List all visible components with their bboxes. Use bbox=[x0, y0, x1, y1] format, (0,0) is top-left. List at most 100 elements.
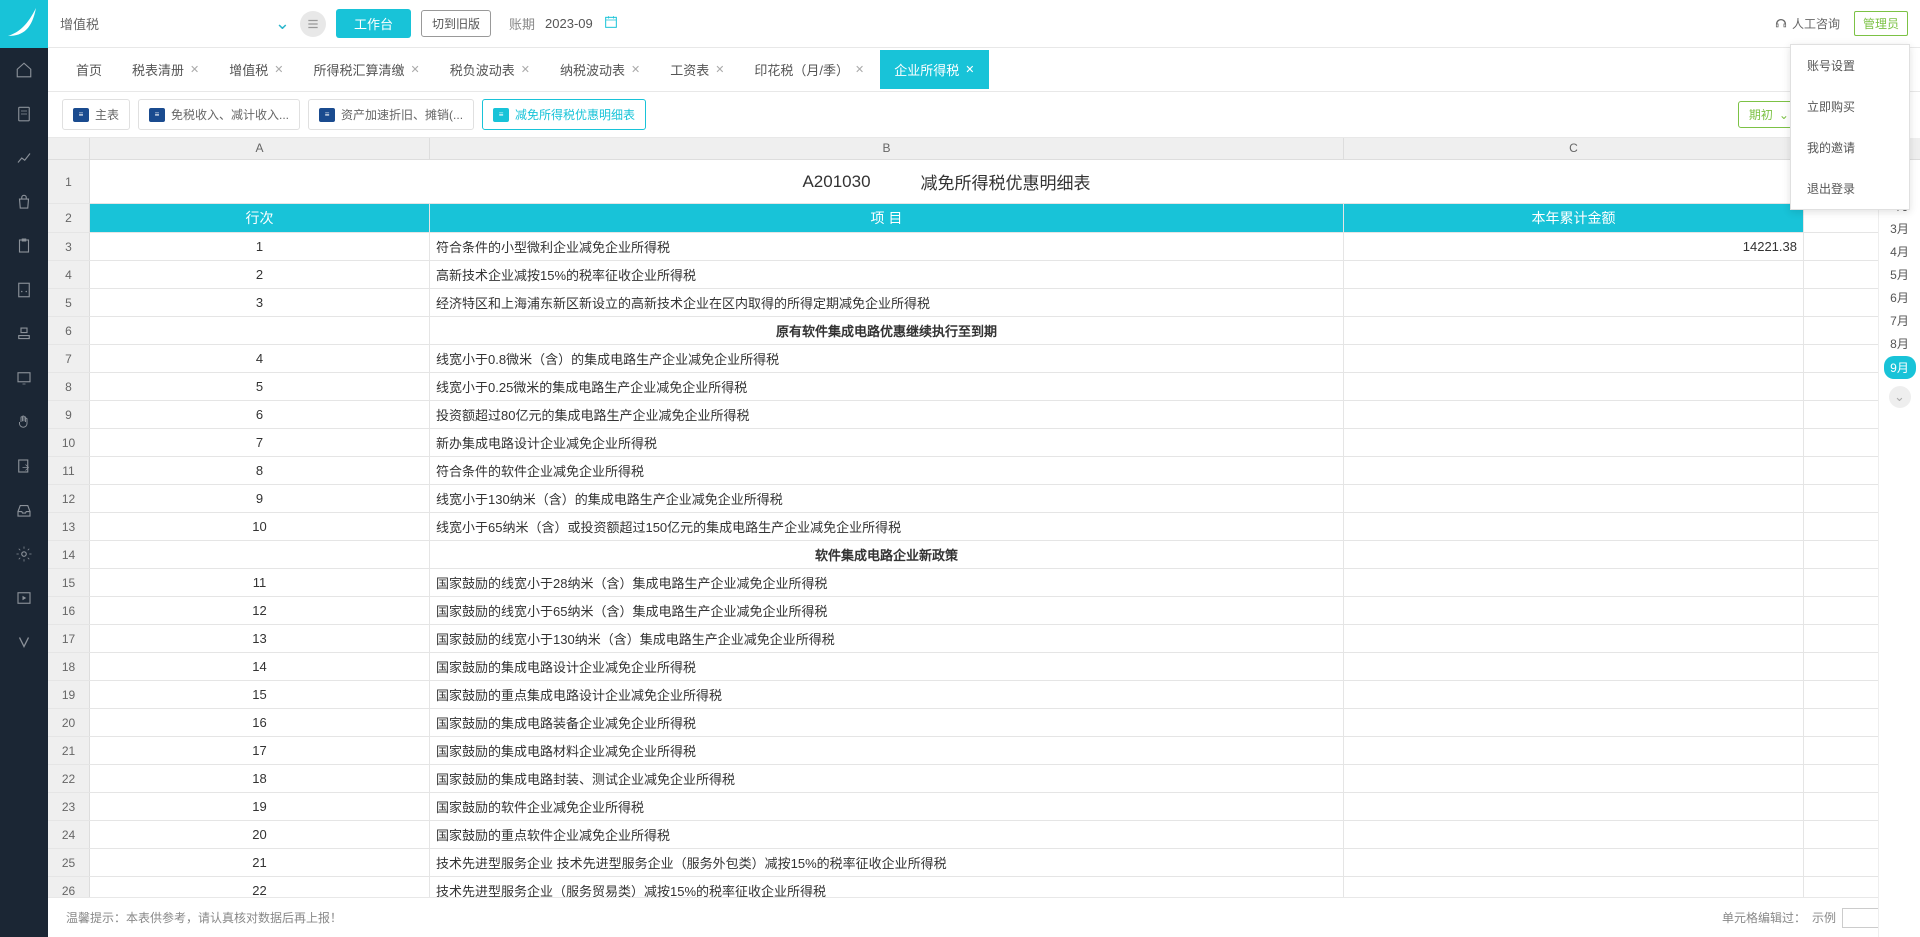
sheet-title[interactable]: A201030 减免所得税优惠明细表 bbox=[90, 160, 1804, 203]
nav-chart-icon[interactable] bbox=[0, 136, 48, 180]
row-header[interactable]: 2 bbox=[48, 204, 90, 232]
row-header[interactable]: 6 bbox=[48, 317, 90, 344]
subtab[interactable]: ≡资产加速折旧、摊销(... bbox=[308, 99, 474, 130]
cell[interactable] bbox=[1344, 709, 1804, 736]
dropdown-item[interactable]: 我的邀请 bbox=[1791, 127, 1909, 168]
nav-play-icon[interactable] bbox=[0, 576, 48, 620]
nav-v-icon[interactable] bbox=[0, 620, 48, 664]
corner-cell[interactable] bbox=[48, 138, 90, 159]
cell[interactable]: 9 bbox=[90, 485, 430, 512]
cell[interactable] bbox=[1344, 625, 1804, 652]
cell[interactable]: 1 bbox=[90, 233, 430, 260]
cell[interactable]: 国家鼓励的集成电路材料企业减免企业所得税 bbox=[430, 737, 1344, 764]
cell[interactable]: 国家鼓励的集成电路封装、测试企业减免企业所得税 bbox=[430, 765, 1344, 792]
cell[interactable]: 国家鼓励的软件企业减免企业所得税 bbox=[430, 793, 1344, 820]
cell[interactable]: 8 bbox=[90, 457, 430, 484]
consult-link[interactable]: 人工咨询 bbox=[1774, 15, 1840, 32]
subtab[interactable]: ≡免税收入、减计收入... bbox=[138, 99, 300, 130]
close-icon[interactable]: ✕ bbox=[521, 63, 530, 76]
calendar-icon[interactable] bbox=[603, 14, 619, 33]
row-header[interactable]: 10 bbox=[48, 429, 90, 456]
cell[interactable]: 22 bbox=[90, 877, 430, 897]
cell[interactable]: 14 bbox=[90, 653, 430, 680]
cell[interactable] bbox=[1344, 877, 1804, 897]
row-header[interactable]: 9 bbox=[48, 401, 90, 428]
row-header[interactable]: 11 bbox=[48, 457, 90, 484]
tab[interactable]: 印花税（月/季）✕ bbox=[740, 50, 878, 89]
tab[interactable]: 工资表✕ bbox=[656, 50, 738, 89]
row-header[interactable]: 23 bbox=[48, 793, 90, 820]
cell[interactable] bbox=[1344, 429, 1804, 456]
cell[interactable] bbox=[1344, 597, 1804, 624]
nav-doc-icon[interactable] bbox=[0, 92, 48, 136]
subtab[interactable]: ≡减免所得税优惠明细表 bbox=[482, 99, 646, 130]
close-icon[interactable]: ✕ bbox=[715, 63, 724, 76]
row-header[interactable]: 24 bbox=[48, 821, 90, 848]
tab[interactable]: 税表清册✕ bbox=[118, 50, 213, 89]
cell[interactable]: 7 bbox=[90, 429, 430, 456]
cell[interactable]: 18 bbox=[90, 765, 430, 792]
subtab[interactable]: ≡主表 bbox=[62, 99, 130, 130]
row-header[interactable]: 8 bbox=[48, 373, 90, 400]
row-header[interactable]: 25 bbox=[48, 849, 90, 876]
admin-button[interactable]: 管理员 bbox=[1854, 11, 1908, 36]
tab[interactable]: 企业所得税✕ bbox=[880, 50, 988, 89]
month-item[interactable]: 6月 bbox=[1884, 286, 1916, 309]
dropdown-item[interactable]: 立即购买 bbox=[1791, 86, 1909, 127]
cell[interactable] bbox=[1344, 681, 1804, 708]
cell[interactable] bbox=[1344, 317, 1804, 344]
tab[interactable]: 首页 bbox=[62, 50, 116, 89]
cell[interactable] bbox=[1344, 569, 1804, 596]
cell[interactable]: 线宽小于0.25微米的集成电路生产企业减免企业所得税 bbox=[430, 373, 1344, 400]
month-item[interactable]: 7月 bbox=[1884, 309, 1916, 332]
close-icon[interactable]: ✕ bbox=[631, 63, 640, 76]
cell[interactable]: 16 bbox=[90, 709, 430, 736]
cell[interactable]: 投资额超过80亿元的集成电路生产企业减免企业所得税 bbox=[430, 401, 1344, 428]
row-header[interactable]: 18 bbox=[48, 653, 90, 680]
cell[interactable]: 13 bbox=[90, 625, 430, 652]
cell[interactable]: 原有软件集成电路优惠继续执行至到期 bbox=[430, 317, 1344, 344]
close-icon[interactable]: ✕ bbox=[965, 63, 974, 76]
row-header[interactable]: 5 bbox=[48, 289, 90, 316]
cell[interactable]: 符合条件的小型微利企业减免企业所得税 bbox=[430, 233, 1344, 260]
nav-screen-icon[interactable] bbox=[0, 356, 48, 400]
tab[interactable]: 纳税波动表✕ bbox=[546, 50, 654, 89]
row-header[interactable]: 3 bbox=[48, 233, 90, 260]
nav-export-icon[interactable] bbox=[0, 444, 48, 488]
cell[interactable]: 软件集成电路企业新政策 bbox=[430, 541, 1344, 568]
nav-gear-icon[interactable] bbox=[0, 532, 48, 576]
cell[interactable]: 高新技术企业减按15%的税率征收企业所得税 bbox=[430, 261, 1344, 288]
cell[interactable]: 2 bbox=[90, 261, 430, 288]
cell[interactable]: 17 bbox=[90, 737, 430, 764]
row-header[interactable]: 12 bbox=[48, 485, 90, 512]
col-header-b[interactable]: B bbox=[430, 138, 1344, 159]
cell[interactable]: 技术先进型服务企业 技术先进型服务企业（服务外包类）减按15%的税率征收企业所得… bbox=[430, 849, 1344, 876]
nav-home-icon[interactable] bbox=[0, 48, 48, 92]
cell[interactable] bbox=[90, 317, 430, 344]
cell[interactable] bbox=[90, 541, 430, 568]
cell[interactable]: 20 bbox=[90, 821, 430, 848]
month-item[interactable]: 4月 bbox=[1884, 240, 1916, 263]
cell[interactable]: 线宽小于0.8微米（含）的集成电路生产企业减免企业所得税 bbox=[430, 345, 1344, 372]
cell[interactable]: 线宽小于130纳米（含）的集成电路生产企业减免企业所得税 bbox=[430, 485, 1344, 512]
cell[interactable]: 12 bbox=[90, 597, 430, 624]
cell[interactable] bbox=[1344, 401, 1804, 428]
cell[interactable]: 新办集成电路设计企业减免企业所得税 bbox=[430, 429, 1344, 456]
nav-clipboard-icon[interactable] bbox=[0, 224, 48, 268]
cell[interactable] bbox=[1344, 457, 1804, 484]
cell[interactable] bbox=[1344, 737, 1804, 764]
row-header[interactable]: 1 bbox=[48, 160, 90, 203]
cell[interactable] bbox=[1344, 821, 1804, 848]
company-select[interactable]: 增值税 ⌄ bbox=[60, 13, 290, 34]
nav-inbox-icon[interactable] bbox=[0, 488, 48, 532]
cell[interactable] bbox=[1344, 793, 1804, 820]
logo[interactable] bbox=[0, 0, 48, 48]
cell[interactable]: 6 bbox=[90, 401, 430, 428]
row-header[interactable]: 20 bbox=[48, 709, 90, 736]
cell[interactable]: 10 bbox=[90, 513, 430, 540]
close-icon[interactable]: ✕ bbox=[411, 63, 420, 76]
cell[interactable]: 11 bbox=[90, 569, 430, 596]
month-item[interactable]: 8月 bbox=[1884, 332, 1916, 355]
cell[interactable] bbox=[1344, 653, 1804, 680]
old-version-button[interactable]: 切到旧版 bbox=[421, 10, 491, 37]
